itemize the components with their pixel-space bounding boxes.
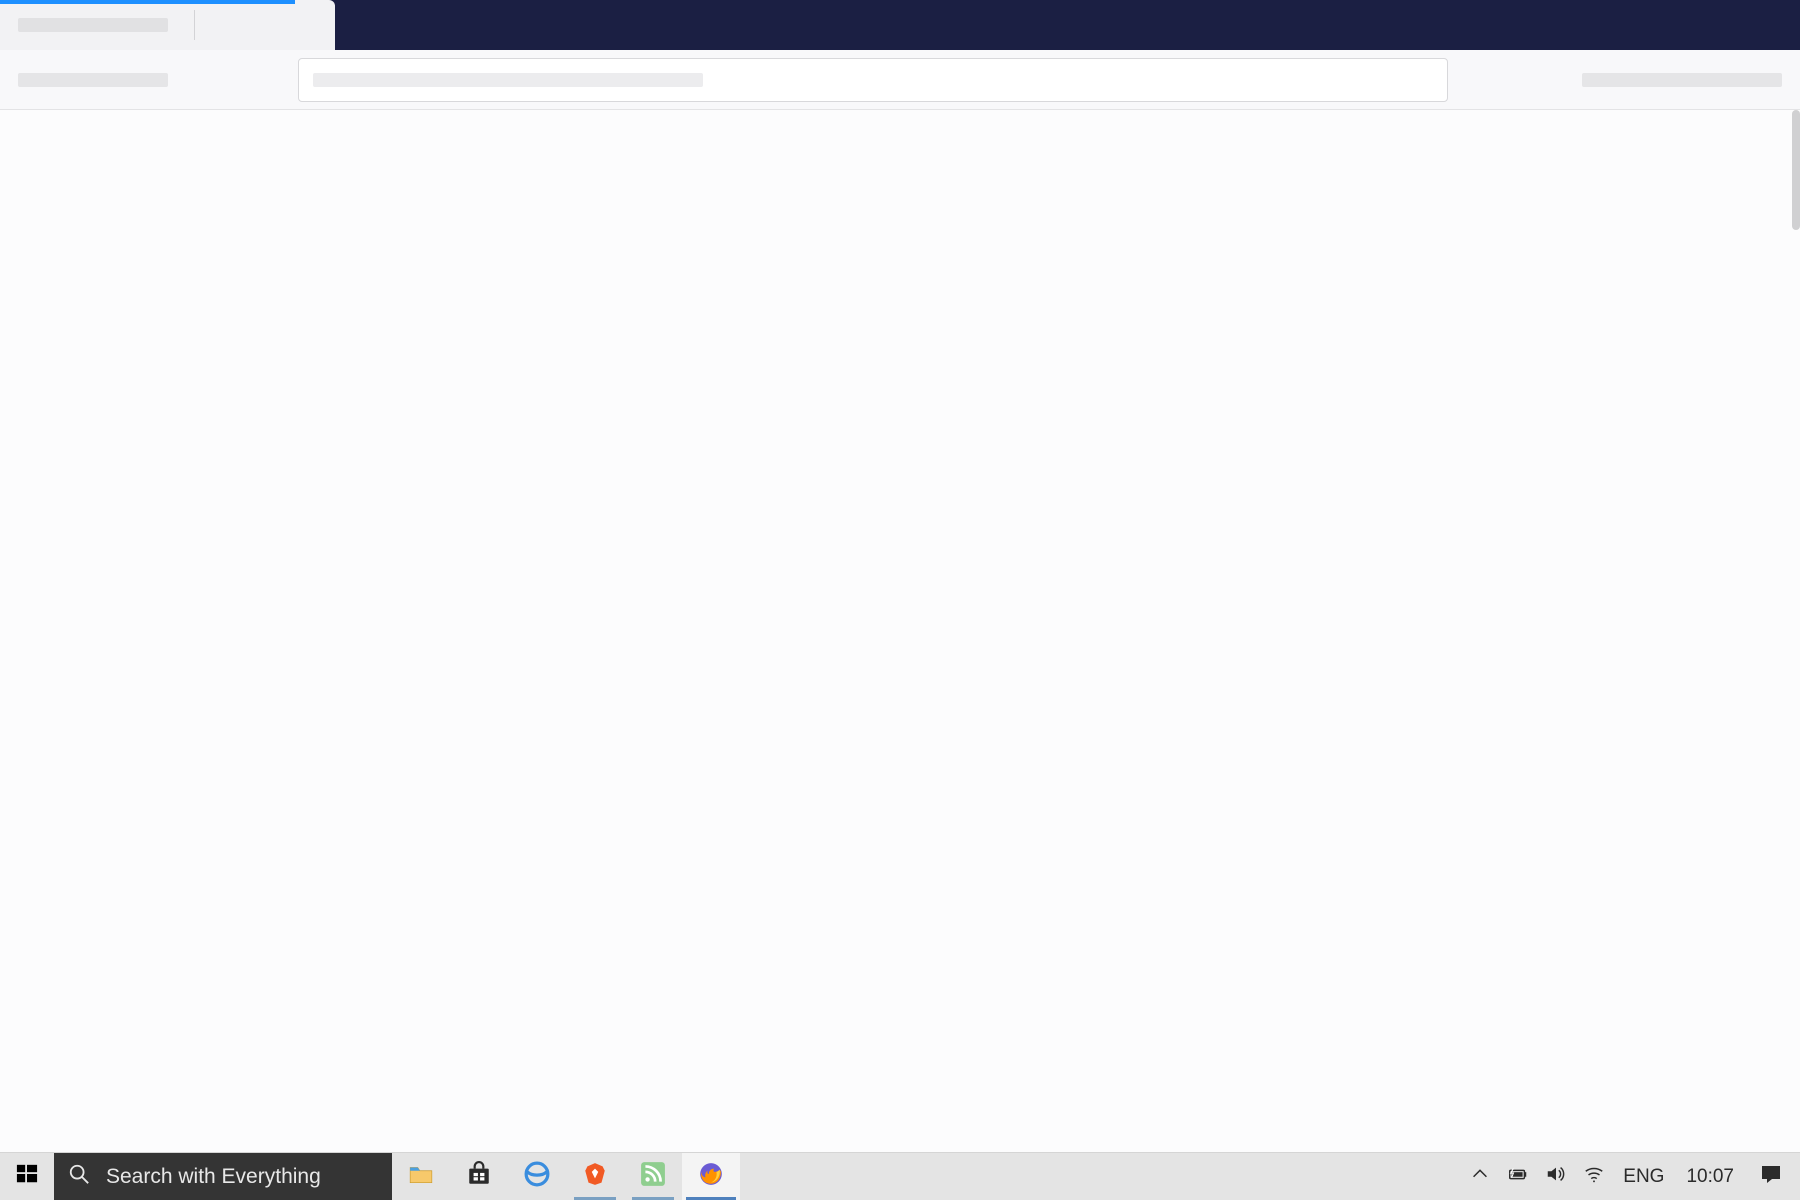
system-tray: ENG 10:07 xyxy=(1463,1153,1800,1200)
url-skeleton xyxy=(313,73,703,87)
browser-tabstrip xyxy=(0,0,1800,50)
tab-loading-indicator xyxy=(0,0,295,4)
tray-language[interactable]: ENG xyxy=(1615,1153,1672,1200)
search-icon xyxy=(68,1163,90,1191)
file-explorer-icon xyxy=(408,1161,434,1192)
page-content xyxy=(0,110,1800,1152)
store-icon xyxy=(466,1161,492,1192)
tray-battery[interactable] xyxy=(1501,1153,1535,1200)
start-button[interactable] xyxy=(0,1153,54,1200)
taskbar-search[interactable]: Search with Everything xyxy=(54,1153,392,1200)
taskbar-pinned-apps xyxy=(392,1153,740,1200)
taskbar-app-browser-blue[interactable] xyxy=(508,1153,566,1200)
tray-clock[interactable]: 10:07 xyxy=(1676,1153,1744,1200)
clock-label: 10:07 xyxy=(1686,1166,1734,1188)
nav-buttons-skeleton xyxy=(18,73,168,87)
browser-toolbar xyxy=(0,50,1800,110)
toolbar-actions-skeleton xyxy=(1582,73,1782,87)
globe-icon xyxy=(524,1161,550,1192)
action-center[interactable] xyxy=(1748,1162,1794,1191)
battery-icon xyxy=(1507,1163,1529,1190)
scrollbar-thumb[interactable] xyxy=(1792,110,1800,230)
windows-taskbar: Search with Everything xyxy=(0,1152,1800,1200)
taskbar-app-firefox[interactable] xyxy=(682,1153,740,1200)
taskbar-app-rss[interactable] xyxy=(624,1153,682,1200)
windows-logo-icon xyxy=(16,1163,38,1190)
taskbar-app-file-explorer[interactable] xyxy=(392,1153,450,1200)
chevron-up-icon xyxy=(1469,1163,1491,1190)
wifi-icon xyxy=(1583,1163,1605,1190)
speaker-icon xyxy=(1545,1163,1567,1190)
url-bar[interactable] xyxy=(298,58,1448,102)
tray-volume[interactable] xyxy=(1539,1153,1573,1200)
tab-title-skeleton xyxy=(18,18,168,32)
firefox-icon xyxy=(698,1161,724,1192)
rss-icon xyxy=(640,1161,666,1192)
taskbar-app-brave[interactable] xyxy=(566,1153,624,1200)
taskbar-search-placeholder: Search with Everything xyxy=(106,1165,321,1189)
scrollbar[interactable] xyxy=(1792,110,1800,1152)
brave-icon xyxy=(582,1161,608,1192)
tray-overflow[interactable] xyxy=(1463,1153,1497,1200)
taskbar-app-store[interactable] xyxy=(450,1153,508,1200)
tray-network[interactable] xyxy=(1577,1153,1611,1200)
tab-divider xyxy=(194,10,195,40)
language-label: ENG xyxy=(1623,1166,1664,1188)
browser-tab[interactable] xyxy=(0,0,335,50)
notifications-icon xyxy=(1759,1162,1783,1191)
